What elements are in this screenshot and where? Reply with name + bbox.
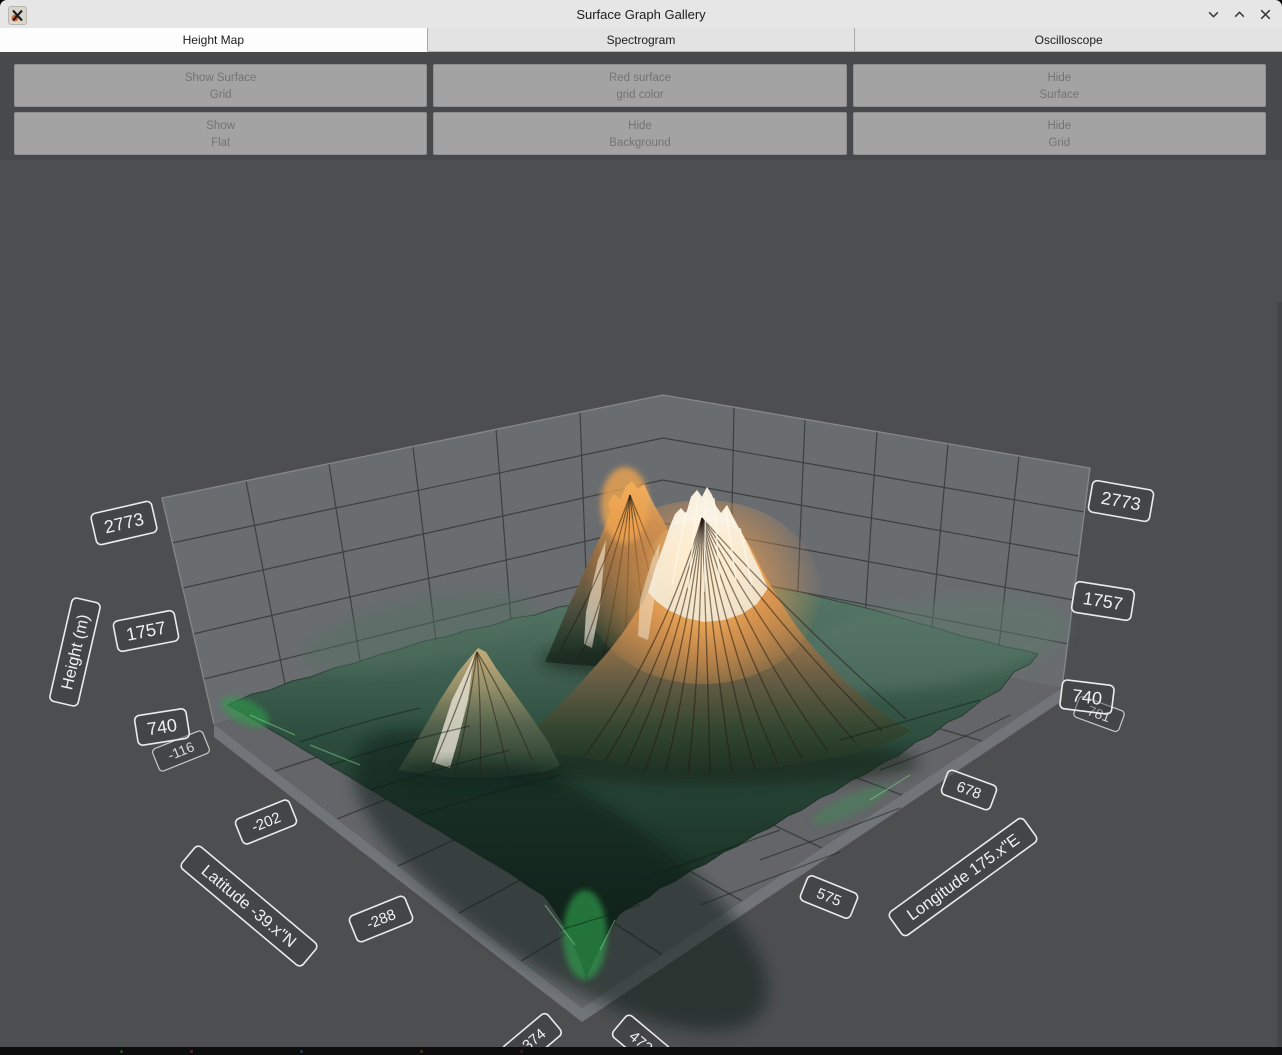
hide-grid-button[interactable]: HideGrid xyxy=(853,112,1266,155)
red-surface-grid-color-button[interactable]: Red surfacegrid color xyxy=(433,64,846,107)
hide-background-button[interactable]: HideBackground xyxy=(433,112,846,155)
tab-oscilloscope[interactable]: Oscilloscope xyxy=(855,28,1282,52)
hide-surface-button[interactable]: HideSurface xyxy=(853,64,1266,107)
toolbar: Show SurfaceGrid Red surfacegrid color H… xyxy=(14,64,1266,155)
tab-height-map[interactable]: Height Map xyxy=(0,28,428,52)
titlebar: Surface Graph Gallery xyxy=(0,0,1282,29)
height-map-pane: Show SurfaceGrid Red surfacegrid color H… xyxy=(0,52,1282,1047)
tab-spectrogram[interactable]: Spectrogram xyxy=(428,28,856,52)
maximize-button chevron-up-icon[interactable] xyxy=(1231,6,1248,23)
show-surface-grid-button[interactable]: Show SurfaceGrid xyxy=(14,64,427,107)
minimize-button chevron-down-icon[interactable] xyxy=(1205,6,1222,23)
background-window-edge xyxy=(1277,302,1282,1047)
surface-plot-canvas[interactable]: -116 781 2773 1757 740 Height (m) 2773 xyxy=(0,52,1282,1047)
taskbar-sliver xyxy=(0,1047,1282,1055)
tab-bar: Height Map Spectrogram Oscilloscope xyxy=(0,28,1282,52)
close-button x-icon[interactable] xyxy=(1257,6,1274,23)
show-flat-button[interactable]: ShowFlat xyxy=(14,112,427,155)
app-window: Surface Graph Gallery Height Map Spectro… xyxy=(0,0,1282,1055)
window-controls xyxy=(1205,0,1274,28)
window-title: Surface Graph Gallery xyxy=(0,7,1282,22)
svg-text:740: 740 xyxy=(1071,685,1103,709)
height-tick-740-right: 740 xyxy=(1059,679,1114,714)
